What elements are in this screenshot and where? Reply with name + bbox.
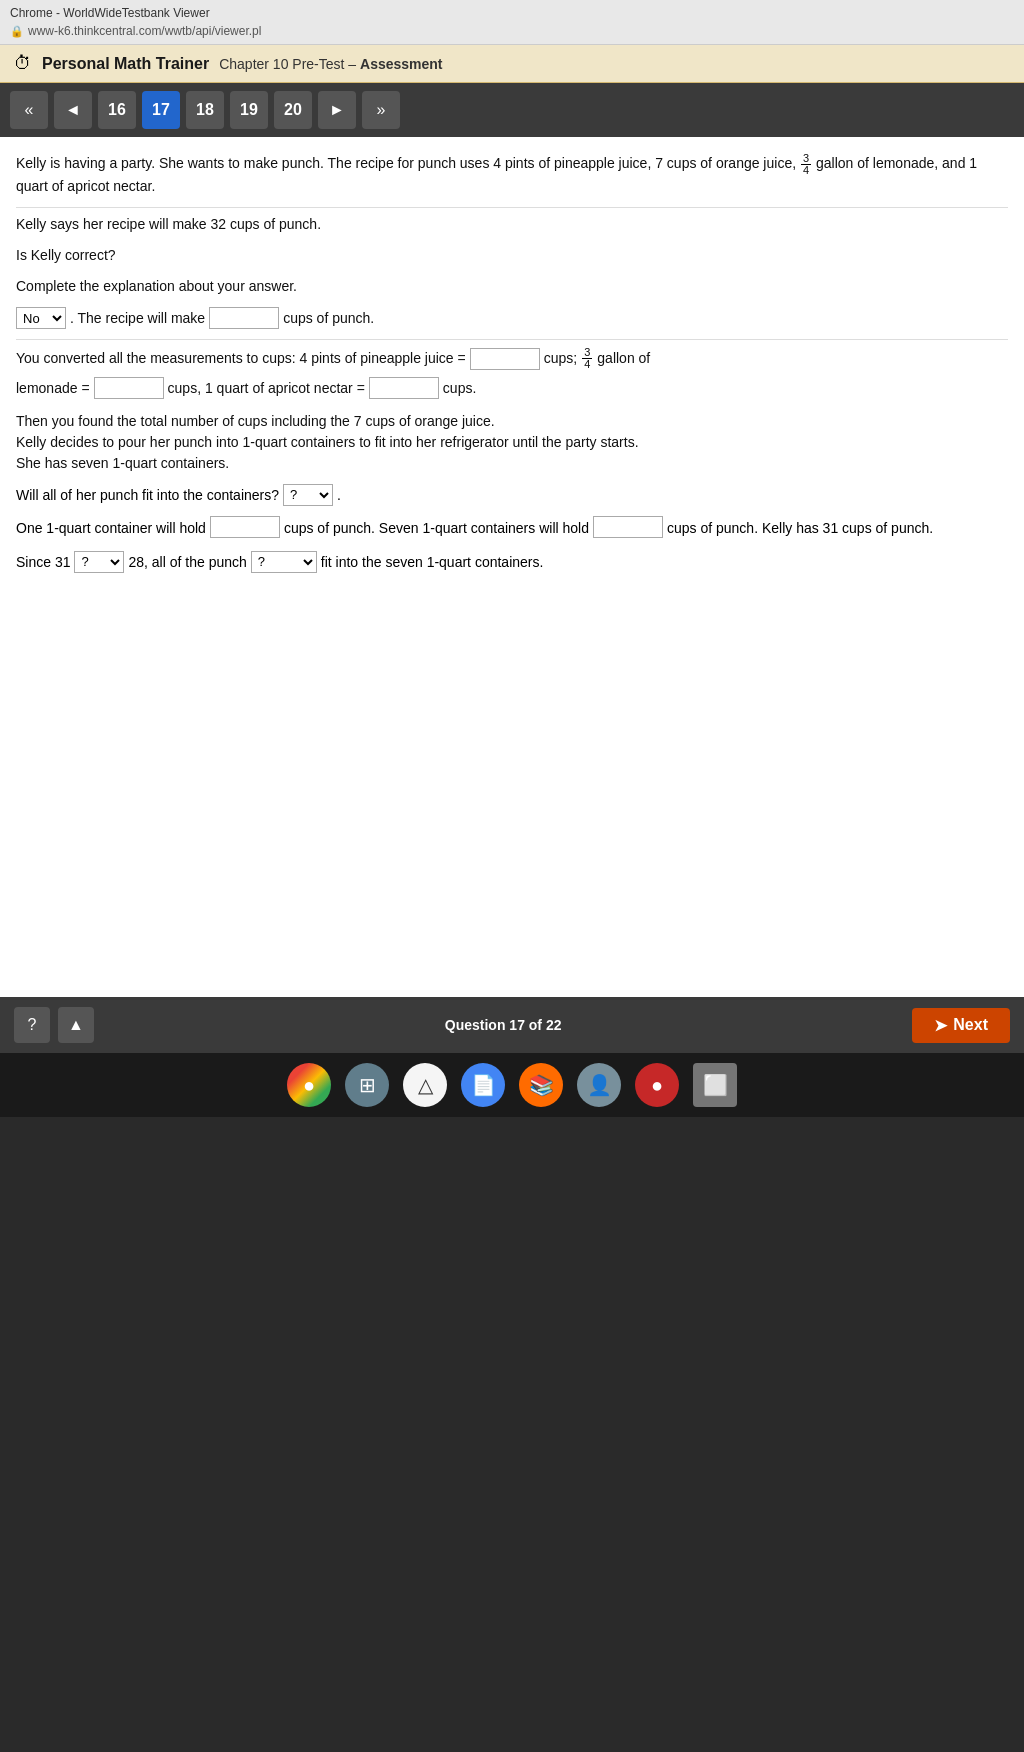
fit-text: fit into the seven 1-quart containers. (321, 554, 544, 570)
since-text: Since 31 (16, 554, 70, 570)
nav-rewind-button[interactable]: « (10, 91, 48, 129)
answer-row-1: No Yes . The recipe will make cups of pu… (16, 307, 1008, 329)
taskbar-orange-icon[interactable]: 📚 (519, 1063, 563, 1107)
nav-page-19[interactable]: 19 (230, 91, 268, 129)
nav-fastforward-button[interactable]: » (362, 91, 400, 129)
will-fit-dropdown[interactable]: ? Yes No (283, 484, 333, 506)
app-header: ⏱ Personal Math Trainer Chapter 10 Pre-T… (0, 45, 1024, 83)
help-button[interactable]: ? (14, 1007, 50, 1043)
main-content: Kelly is having a party. She wants to ma… (0, 137, 1024, 997)
nav-back-button[interactable]: ◄ (54, 91, 92, 129)
apricot-cups-input[interactable] (369, 377, 439, 399)
pineapple-cups-input[interactable] (470, 348, 540, 370)
browser-url: 🔒 www-k6.thinkcentral.com/wwtb/api/viewe… (10, 24, 1014, 38)
app-logo-icon: ⏱ (14, 53, 32, 74)
question-counter: Question 17 of 22 (445, 1017, 562, 1033)
intro-text: Kelly is having a party. She wants to ma… (16, 155, 796, 171)
next-arrow-icon: ➤ (934, 1016, 947, 1035)
taskbar-chrome-icon[interactable]: ● (287, 1063, 331, 1107)
cups-label1: cups; (544, 346, 577, 371)
taskbar-grid-icon[interactable]: ⊞ (345, 1063, 389, 1107)
conversion-row-1: You converted all the measurements to cu… (16, 346, 1008, 371)
pour-text: Kelly decides to pour her punch into 1-q… (16, 432, 1008, 453)
num28: 28, all of the punch (128, 554, 246, 570)
container-row: One 1-quart container will hold cups of … (16, 516, 1008, 541)
nav-page-16[interactable]: 16 (98, 91, 136, 129)
conversion-intro: You converted all the measurements to cu… (16, 346, 466, 371)
app-subtitle: Chapter 10 Pre-Test – Assessment (219, 56, 442, 72)
kelly-has-text: cups of punch. Kelly has 31 cups of punc… (667, 516, 933, 541)
lemonade-cups-input[interactable] (94, 377, 164, 399)
cups-label3: cups. (443, 376, 476, 401)
found-text-block: Then you found the total number of cups … (16, 411, 1008, 474)
nav-bar: « ◄ 16 17 18 19 20 ► » (0, 83, 1024, 137)
nav-forward-button[interactable]: ► (318, 91, 356, 129)
fraction-3-4-2: 3 4 (582, 347, 592, 370)
found-text: Then you found the total number of cups … (16, 411, 1008, 432)
next-label: Next (953, 1016, 988, 1034)
since-row: Since 31 ? > < = 28, all of the punch ? … (16, 551, 1008, 573)
taskbar-docs-icon[interactable]: 📄 (461, 1063, 505, 1107)
seven-quart-input[interactable] (593, 516, 663, 538)
next-button[interactable]: ➤ Next (912, 1008, 1010, 1043)
divider-2 (16, 339, 1008, 340)
fraction-3-4: 3 4 (801, 153, 811, 176)
one-quart-input[interactable] (210, 516, 280, 538)
statement2: Is Kelly correct? (16, 245, 1008, 266)
text-cups1: cups of punch. (283, 307, 374, 329)
nav-page-20[interactable]: 20 (274, 91, 312, 129)
app-title: Personal Math Trainer (42, 55, 209, 73)
statement3: Complete the explanation about your answ… (16, 276, 1008, 297)
text-make: . The recipe will make (70, 307, 205, 329)
taskbar-drive-icon[interactable]: △ (403, 1063, 447, 1107)
divider-1 (16, 207, 1008, 208)
will-fit-q: Will all of her punch fit into the conta… (16, 487, 279, 503)
conversion-block: You converted all the measurements to cu… (16, 346, 1008, 400)
one-quart-text: One 1-quart container will hold (16, 516, 206, 541)
browser-chrome: Chrome - WorldWideTestbank Viewer 🔒 www-… (0, 0, 1024, 45)
footer-left: ? ▲ (14, 1007, 94, 1043)
url-text: www-k6.thinkcentral.com/wwtb/api/viewer.… (28, 24, 261, 38)
alert-button[interactable]: ▲ (58, 1007, 94, 1043)
conversion-row-2: lemonade = cups, 1 quart of apricot nect… (16, 376, 1008, 401)
lemonade-label: lemonade = (16, 376, 90, 401)
statement1: Kelly says her recipe will make 32 cups … (16, 214, 1008, 235)
cups-label2: cups, 1 quart of apricot nectar = (168, 376, 365, 401)
footer-bar: ? ▲ Question 17 of 22 ➤ Next (0, 997, 1024, 1053)
will-dropdown[interactable]: ? will will not (251, 551, 317, 573)
cups-input-1[interactable] (209, 307, 279, 329)
will-fit-row: Will all of her punch fit into the conta… (16, 484, 1008, 506)
taskbar: ● ⊞ △ 📄 📚 👤 ● ⬜ (0, 1053, 1024, 1117)
cups-of-punch-text: cups of punch. Seven 1-quart containers … (284, 516, 589, 541)
browser-title: Chrome - WorldWideTestbank Viewer (10, 6, 1014, 20)
taskbar-person-icon[interactable]: 👤 (577, 1063, 621, 1107)
question-intro-text: Kelly is having a party. She wants to ma… (16, 153, 1008, 197)
taskbar-gray-icon[interactable]: ⬜ (693, 1063, 737, 1107)
seven-text: She has seven 1-quart containers. (16, 453, 1008, 474)
since-dropdown[interactable]: ? > < = (74, 551, 124, 573)
lock-icon: 🔒 (10, 25, 24, 38)
taskbar-red-icon[interactable]: ● (635, 1063, 679, 1107)
gallon-label: gallon of (597, 346, 650, 371)
nav-page-18[interactable]: 18 (186, 91, 224, 129)
nav-page-17[interactable]: 17 (142, 91, 180, 129)
yes-no-dropdown[interactable]: No Yes (16, 307, 66, 329)
